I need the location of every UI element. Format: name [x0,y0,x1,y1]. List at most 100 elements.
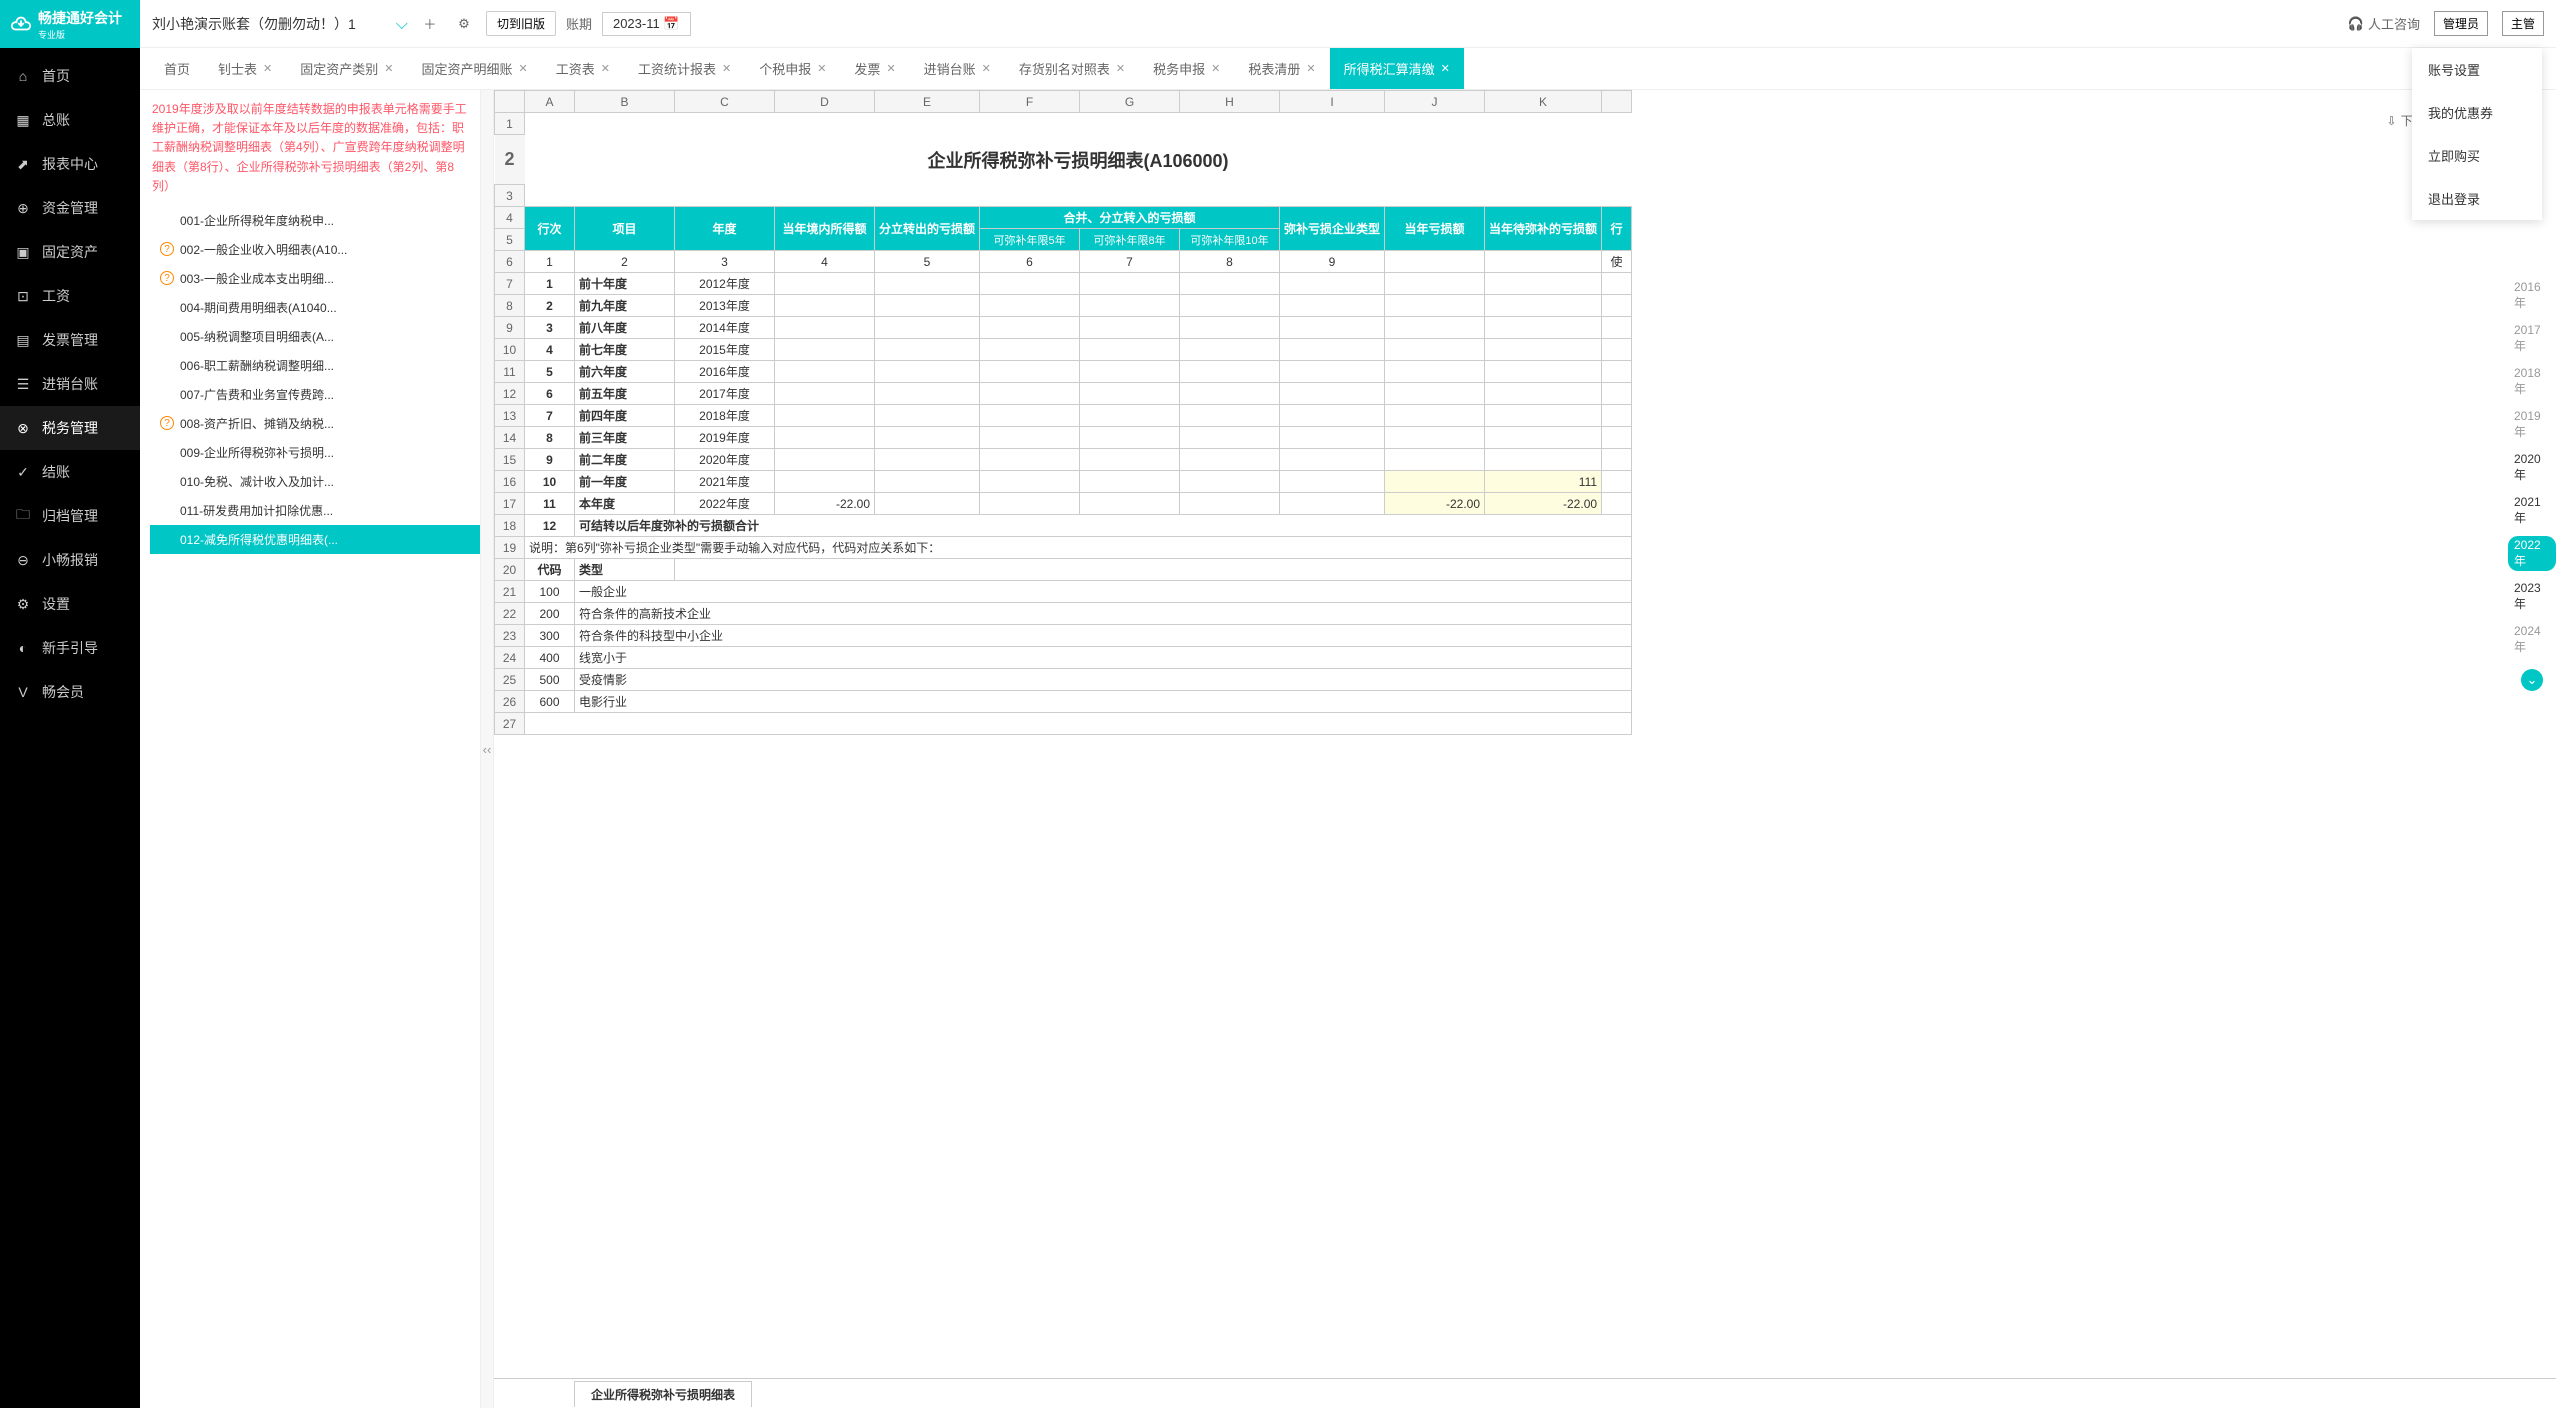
tree-label: 004-期间费用明细表(A1040... [180,299,337,316]
period-value[interactable]: 2023-11 📅 [602,12,691,36]
tab-10[interactable]: 税务申报 ✕ [1139,48,1234,90]
nav-item-6[interactable]: ▤发票管理 [0,318,140,362]
year-2024年[interactable]: 2024年 [2508,622,2556,657]
tree-item-10[interactable]: 011-研发费用加计扣除优惠... [150,496,480,525]
tabs: 首页钊士表✕固定资产类别✕固定资产明细账✕工资表✕工资统计报表✕个税申报✕ 发票 ✕… [140,48,2556,90]
tree-item-0[interactable]: 001-企业所得税年度纳税申... [150,206,480,235]
close-icon[interactable]: ✕ [722,62,731,75]
nav-label: 归档管理 [42,506,98,526]
nav-icon: ⊗ [14,419,32,437]
nav-item-7[interactable]: ☰进销台账 [0,362,140,406]
tree-item-5[interactable]: 006-职工薪酬纳税调整明细... [150,351,480,380]
tab-11[interactable]: 税表清册 ✕ [1234,48,1329,90]
nav-item-10[interactable]: 🗀 归档管理 [0,494,140,538]
switch-old-button[interactable]: 切到旧版 [486,11,556,36]
nav-icon: ⚙ [14,595,32,613]
tree-label: 006-职工薪酬纳税调整明细... [180,357,334,374]
close-icon[interactable]: ✕ [384,62,393,75]
close-icon[interactable]: ✕ [601,62,610,75]
nav-icon: ▦ [14,111,32,129]
nav-icon: 🗀 [14,507,32,525]
nav-label: 税务管理 [42,418,98,438]
spreadsheet: ABCDEFGHIJK12企业所得税弥补亏损明细表(A106000)34行次项目… [494,90,1632,735]
nav-label: 总账 [42,110,70,130]
tree-label: 008-资产折旧、摊销及纳税... [180,415,334,432]
year-2023年[interactable]: 2023年 [2508,579,2556,614]
nav-icon: ⊡ [14,287,32,305]
warning-icon: ? [160,416,174,430]
tab-5[interactable]: 工资统计报表✕ [624,48,745,90]
tree-item-7[interactable]: ? 008-资产折旧、摊销及纳税... [150,409,480,438]
nav-item-14[interactable]: V畅会员 [0,670,140,714]
tab-1[interactable]: 钊士表✕ [204,48,286,90]
nav-item-13[interactable]: ◐新手引导 [0,626,140,670]
nav-label: 设置 [42,594,70,614]
table-row: 126前五年度2017年度 [495,383,1632,405]
help-link[interactable]: 🎧 人工咨询 [2348,14,2420,33]
year-2022年[interactable]: 2022年 [2508,536,2556,571]
gear-icon[interactable]: ⚙ [452,12,476,36]
year-2021年[interactable]: 2021年 [2508,493,2556,528]
close-icon[interactable]: ✕ [1306,62,1315,75]
dropdown-item-0[interactable]: 账号设置 [2412,48,2542,91]
tree-item-6[interactable]: 007-广告费和业务宣传费跨... [150,380,480,409]
year-2018年[interactable]: 2018年 [2508,364,2556,399]
close-icon[interactable]: ✕ [817,62,826,75]
nav-item-11[interactable]: ⊖小畅报销 [0,538,140,582]
close-icon[interactable]: ✕ [263,62,272,75]
nav-item-1[interactable]: ▦ 总账 [0,98,140,142]
nav-item-8[interactable]: ⊗ 税务管理 [0,406,140,450]
close-icon[interactable]: ✕ [519,62,528,75]
table-row: 137前四年度2018年度 [495,405,1632,427]
nav-item-0[interactable]: ⌂首页 [0,54,140,98]
nav-item-2[interactable]: ⬈报表中心 [0,142,140,186]
role-supervisor-button[interactable]: 主管 [2502,11,2544,36]
year-2016年[interactable]: 2016年 [2508,278,2556,313]
tree-item-3[interactable]: 004-期间费用明细表(A1040... [150,293,480,322]
year-2017年[interactable]: 2017年 [2508,321,2556,356]
nav-item-12[interactable]: ⚙ 设置 [0,582,140,626]
tree-item-1[interactable]: ?002-一般企业收入明细表(A10... [150,235,480,264]
tab-8[interactable]: 进销台账✕ [910,48,1005,90]
dropdown-item-3[interactable]: 退出登录 [2412,177,2542,220]
tree-item-4[interactable]: 005-纳税调整项目明细表(A... [150,322,480,351]
close-icon[interactable]: ✕ [982,62,991,75]
tab-4[interactable]: 工资表✕ [542,48,624,90]
tree-item-8[interactable]: 009-企业所得税弥补亏损明... [150,438,480,467]
tab-label: 税务申报 [1153,59,1205,78]
tab-label: 发票 [854,59,880,78]
tab-0[interactable]: 首页 [150,48,204,90]
tree-label: 011-研发费用加计扣除优惠... [180,502,333,519]
tab-3[interactable]: 固定资产明细账✕ [407,48,541,90]
table-row: 82前九年度2013年度 [495,295,1632,317]
nav-item-5[interactable]: ⊡ 工资 [0,274,140,318]
year-rail: 2016年 2017年 2018年 2019年 2020年 2021年 2022年 2023年… [2508,270,2556,699]
tree-item-11[interactable]: 012-减免所得税优惠明细表(... [150,525,480,554]
add-icon[interactable]: ＋ [418,12,442,36]
collapse-handle[interactable]: ‹‹ [480,90,494,1408]
account-selector[interactable]: 刘小艳演示账套（勿删勿动！）1⌵ [152,14,408,34]
tab-9[interactable]: 存货别名对照表✕ [1005,48,1139,90]
tab-12[interactable]: 所得税汇算清缴✕ [1330,48,1464,90]
tree-item-9[interactable]: 010-免税、减计收入及加计... [150,467,480,496]
role-admin-button[interactable]: 管理员 [2434,11,2488,36]
year-2019年[interactable]: 2019年 [2508,407,2556,442]
close-icon[interactable]: ✕ [1116,62,1125,75]
dropdown-item-1[interactable]: 我的优惠券 [2412,91,2542,134]
tab-label: 税表清册 [1248,59,1300,78]
tab-6[interactable]: 个税申报✕ [745,48,840,90]
year-2020年[interactable]: 2020年 [2508,450,2556,485]
tab-2[interactable]: 固定资产类别✕ [286,48,407,90]
nav-label: 工资 [42,286,70,306]
sheet-tab[interactable]: 企业所得税弥补亏损明细表 [574,1381,752,1407]
close-icon[interactable]: ✕ [1441,62,1450,75]
year-more-icon[interactable]: ⌄ [2521,669,2543,691]
dropdown-item-2[interactable]: 立即购买 [2412,134,2542,177]
nav-item-9[interactable]: ✓结账 [0,450,140,494]
close-icon[interactable]: ✕ [886,62,895,75]
nav-item-3[interactable]: ⊕资金管理 [0,186,140,230]
tab-7[interactable]: 发票 ✕ [840,48,909,90]
close-icon[interactable]: ✕ [1211,62,1220,75]
tree-item-2[interactable]: ?003-一般企业成本支出明细... [150,264,480,293]
nav-item-4[interactable]: ▣固定资产 [0,230,140,274]
